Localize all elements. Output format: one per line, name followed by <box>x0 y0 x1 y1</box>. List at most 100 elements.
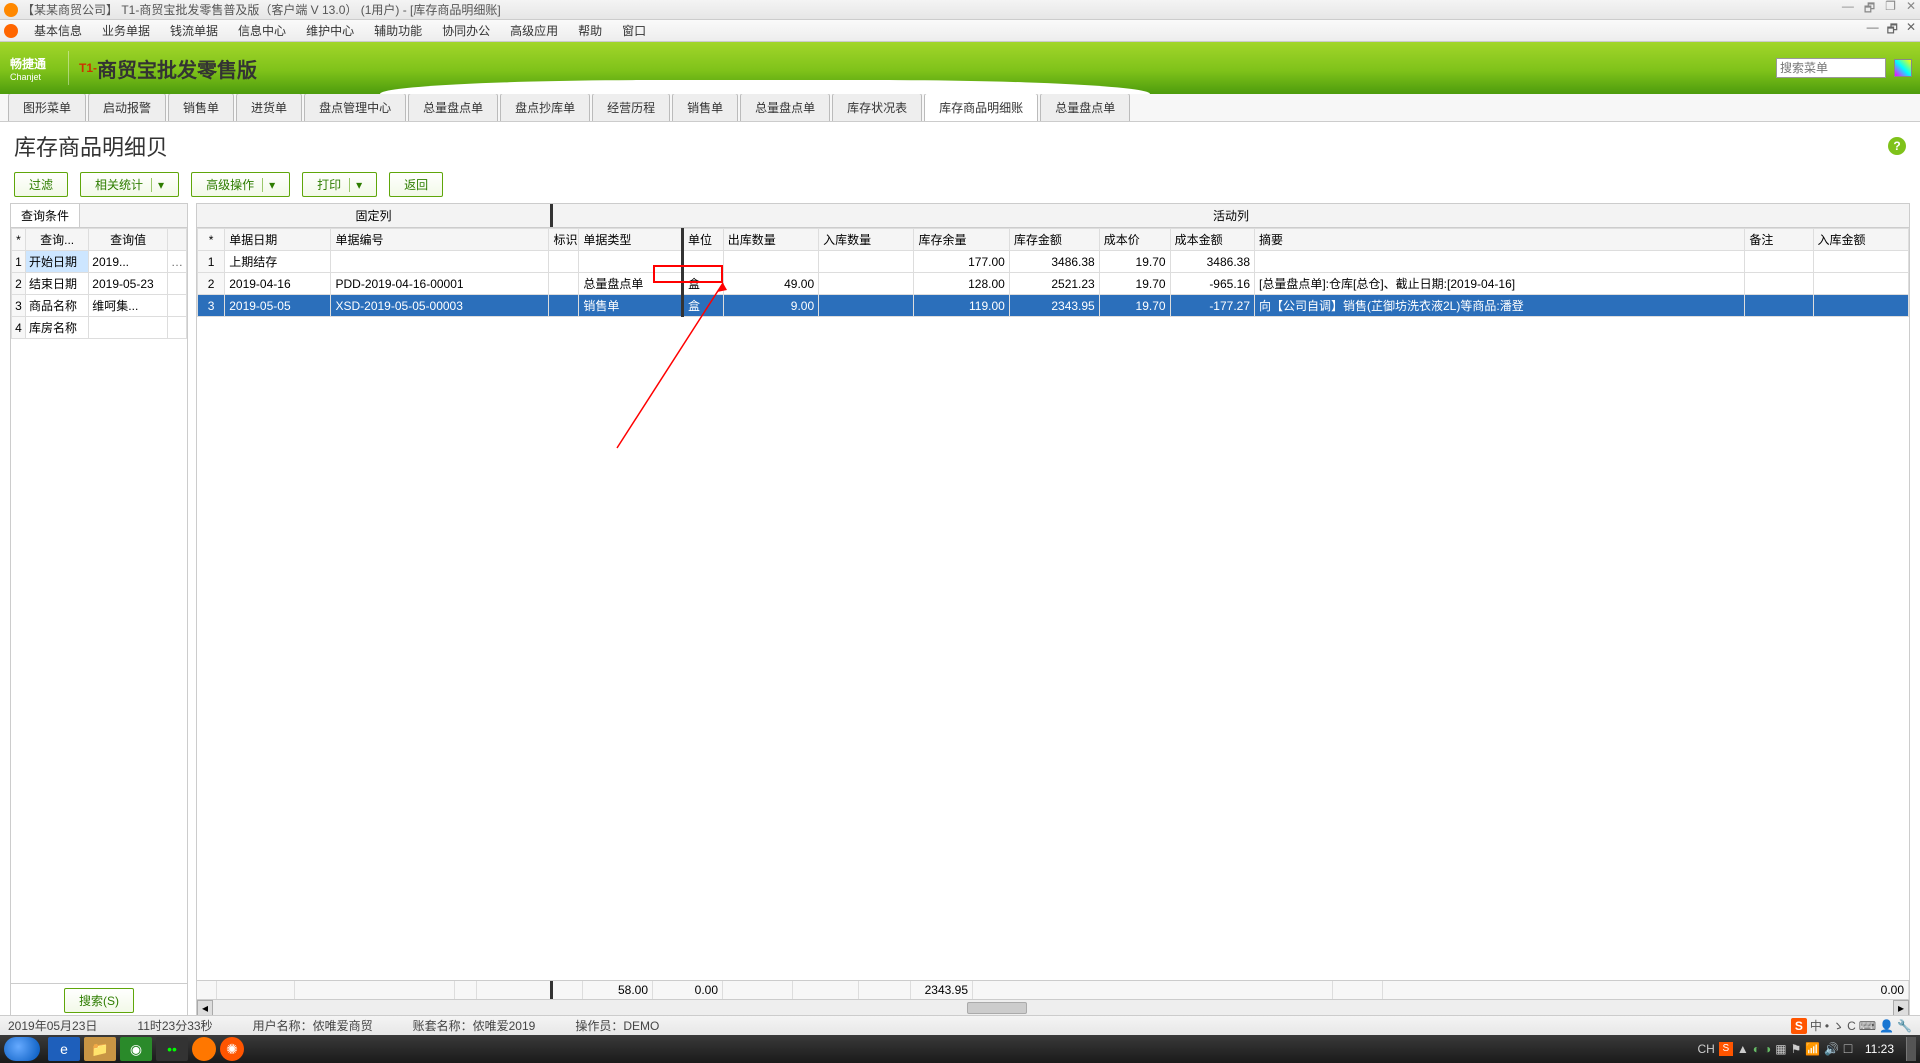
menu-item[interactable]: 信息中心 <box>228 22 296 39</box>
sidebar-tab-query[interactable]: 查询条件 <box>11 204 80 227</box>
table-row[interactable]: 32019-05-05XSD-2019-05-05-00003销售单盒9.001… <box>198 295 1909 317</box>
tray-icon[interactable]: ◑ <box>1764 1042 1771 1056</box>
col-doc-no[interactable]: 单据编号 <box>331 229 549 251</box>
close-button[interactable]: ✕ <box>1906 0 1916 20</box>
menu-item[interactable]: 窗口 <box>612 22 656 39</box>
taskbar-app-icon[interactable] <box>192 1037 216 1061</box>
toolbar: 过滤 相关统计▾ 高级操作▾ 打印▾ 返回 <box>0 170 1920 203</box>
page-header: 库存商品明细贝 ? <box>0 122 1920 170</box>
ime-indicator[interactable]: S 中 •ゝ C ⌨👤🔧 <box>1791 1017 1912 1034</box>
tray-icon[interactable]: ◐ <box>1753 1042 1760 1056</box>
tray-flag-icon[interactable]: ⚑ <box>1791 1042 1802 1056</box>
col-flag[interactable]: 标识 <box>549 229 579 251</box>
dropdown-icon[interactable]: ▾ <box>349 178 362 192</box>
document-tab[interactable]: 经营历程 <box>592 93 670 121</box>
dropdown-icon[interactable]: ▾ <box>151 178 164 192</box>
app-icon <box>4 3 18 17</box>
scroll-right-icon[interactable]: ▸ <box>1893 1000 1909 1016</box>
mdi-restore-button[interactable]: 🗗 <box>1887 20 1898 41</box>
table-row[interactable]: 1上期结存177.003486.3819.703486.38 <box>198 251 1909 273</box>
col-balance-qty[interactable]: 库存余量 <box>914 229 1009 251</box>
search-button[interactable]: 搜索(S) <box>64 988 134 1013</box>
mdi-minimize-button[interactable]: — <box>1867 20 1879 41</box>
document-tab[interactable]: 盘点抄库单 <box>500 93 590 121</box>
col-remark[interactable]: 备注 <box>1745 229 1813 251</box>
col-cost[interactable]: 成本价 <box>1099 229 1170 251</box>
restore-button[interactable]: 🗗 <box>1864 0 1875 20</box>
scroll-thumb[interactable] <box>967 1002 1027 1014</box>
document-tab[interactable]: 库存商品明细账 <box>924 93 1038 121</box>
minimize-button[interactable]: — <box>1842 0 1854 20</box>
back-button[interactable]: 返回 <box>389 172 443 197</box>
taskbar-clock[interactable]: 11:23 <box>1865 1042 1894 1056</box>
main-content: 查询条件 * 查询... 查询值 1开始日期2019...…2结束日期2019-… <box>0 203 1920 1018</box>
filter-button[interactable]: 过滤 <box>14 172 68 197</box>
menu-item[interactable]: 辅助功能 <box>364 22 432 39</box>
tray-network-icon[interactable]: 📶 <box>1805 1042 1820 1056</box>
tray-volume-icon[interactable]: 🔊 <box>1824 1042 1839 1056</box>
menu-item[interactable]: 协同办公 <box>432 22 500 39</box>
mdi-close-button[interactable]: ✕ <box>1906 20 1916 41</box>
document-tab[interactable]: 盘点管理中心 <box>304 93 406 121</box>
taskbar-app2-icon[interactable]: ✺ <box>220 1037 244 1061</box>
related-stats-button[interactable]: 相关统计▾ <box>80 172 179 197</box>
taskbar-ie-icon[interactable]: e <box>48 1037 80 1061</box>
document-tab[interactable]: 进货单 <box>236 93 302 121</box>
menu-search <box>1776 58 1912 78</box>
menu-item[interactable]: 钱流单据 <box>160 22 228 39</box>
total-in-amt: 0.00 <box>1383 981 1909 999</box>
status-operator: 操作员：DEMO <box>575 1017 659 1034</box>
tray-icon[interactable]: ▦ <box>1775 1042 1786 1056</box>
taskbar-explorer-icon[interactable]: 📁 <box>84 1037 116 1061</box>
filter-row[interactable]: 1开始日期2019...… <box>12 251 187 273</box>
dropdown-icon[interactable]: ▾ <box>262 178 275 192</box>
document-tab[interactable]: 总量盘点单 <box>408 93 498 121</box>
document-tab[interactable]: 销售单 <box>672 93 738 121</box>
start-button[interactable] <box>4 1037 40 1061</box>
tray-icon[interactable]: ▲ <box>1737 1042 1749 1056</box>
scroll-left-icon[interactable]: ◂ <box>197 1000 213 1016</box>
show-desktop-button[interactable] <box>1906 1037 1916 1061</box>
filter-row[interactable]: 3商品名称维呵集... <box>12 295 187 317</box>
col-unit[interactable]: 单位 <box>682 229 723 251</box>
tray-lang[interactable]: CH <box>1698 1042 1715 1056</box>
document-tab[interactable]: 库存状况表 <box>832 93 922 121</box>
col-rownum[interactable]: * <box>198 229 225 251</box>
restore2-button[interactable]: ❐ <box>1885 0 1896 20</box>
tray-icon[interactable]: 🞎 <box>1843 1042 1853 1057</box>
menu-item[interactable]: 维护中心 <box>296 22 364 39</box>
page-title: 库存商品明细贝 <box>14 130 1888 162</box>
col-doc-type[interactable]: 单据类型 <box>579 229 683 251</box>
document-tab[interactable]: 销售单 <box>168 93 234 121</box>
menu-item[interactable]: 基本信息 <box>24 22 92 39</box>
col-summary[interactable]: 摘要 <box>1255 229 1745 251</box>
menu-search-input[interactable] <box>1776 58 1886 78</box>
menu-item[interactable]: 高级应用 <box>500 22 568 39</box>
filter-row[interactable]: 4库房名称 <box>12 317 187 339</box>
table-row[interactable]: 22019-04-16PDD-2019-04-16-00001总量盘点单盒49.… <box>198 273 1909 295</box>
print-button[interactable]: 打印▾ <box>302 172 377 197</box>
advanced-button[interactable]: 高级操作▾ <box>191 172 290 197</box>
help-icon[interactable]: ? <box>1888 137 1906 155</box>
data-grid[interactable]: * 单据日期 单据编号 标识 单据类型 单位 出库数量 入库数量 库存余量 库存… <box>197 228 1909 980</box>
col-balance-amt[interactable]: 库存金额 <box>1009 229 1099 251</box>
document-tab[interactable]: 总量盘点单 <box>1040 93 1130 121</box>
menu-item[interactable]: 业务单据 <box>92 22 160 39</box>
document-tab[interactable]: 启动报警 <box>88 93 166 121</box>
col-out-qty[interactable]: 出库数量 <box>723 229 818 251</box>
filter-row[interactable]: 2结束日期2019-05-23 <box>12 273 187 295</box>
col-date[interactable]: 单据日期 <box>225 229 331 251</box>
taskbar-browser-icon[interactable]: ◉ <box>120 1037 152 1061</box>
document-tab[interactable]: 总量盘点单 <box>740 93 830 121</box>
menu-item[interactable]: 帮助 <box>568 22 612 39</box>
data-grid-area: 固定列 活动列 * 单据日期 单据编号 标识 单据类型 单位 <box>196 203 1910 1018</box>
tray-sogou-icon[interactable]: S <box>1719 1042 1733 1056</box>
windows-taskbar: e 📁 ◉ •• ✺ CH S ▲ ◐ ◑ ▦ ⚑ 📶 🔊 🞎 11:23 <box>0 1035 1920 1063</box>
theme-color-icon[interactable] <box>1894 59 1912 77</box>
document-tab[interactable]: 图形菜单 <box>8 93 86 121</box>
taskbar-wechat-icon[interactable]: •• <box>156 1037 188 1061</box>
col-cost-amt[interactable]: 成本金额 <box>1170 229 1254 251</box>
col-in-amt[interactable]: 入库金额 <box>1813 229 1908 251</box>
col-in-qty[interactable]: 入库数量 <box>819 229 914 251</box>
menu-bar: 基本信息 业务单据 钱流单据 信息中心 维护中心 辅助功能 协同办公 高级应用 … <box>0 20 1920 42</box>
